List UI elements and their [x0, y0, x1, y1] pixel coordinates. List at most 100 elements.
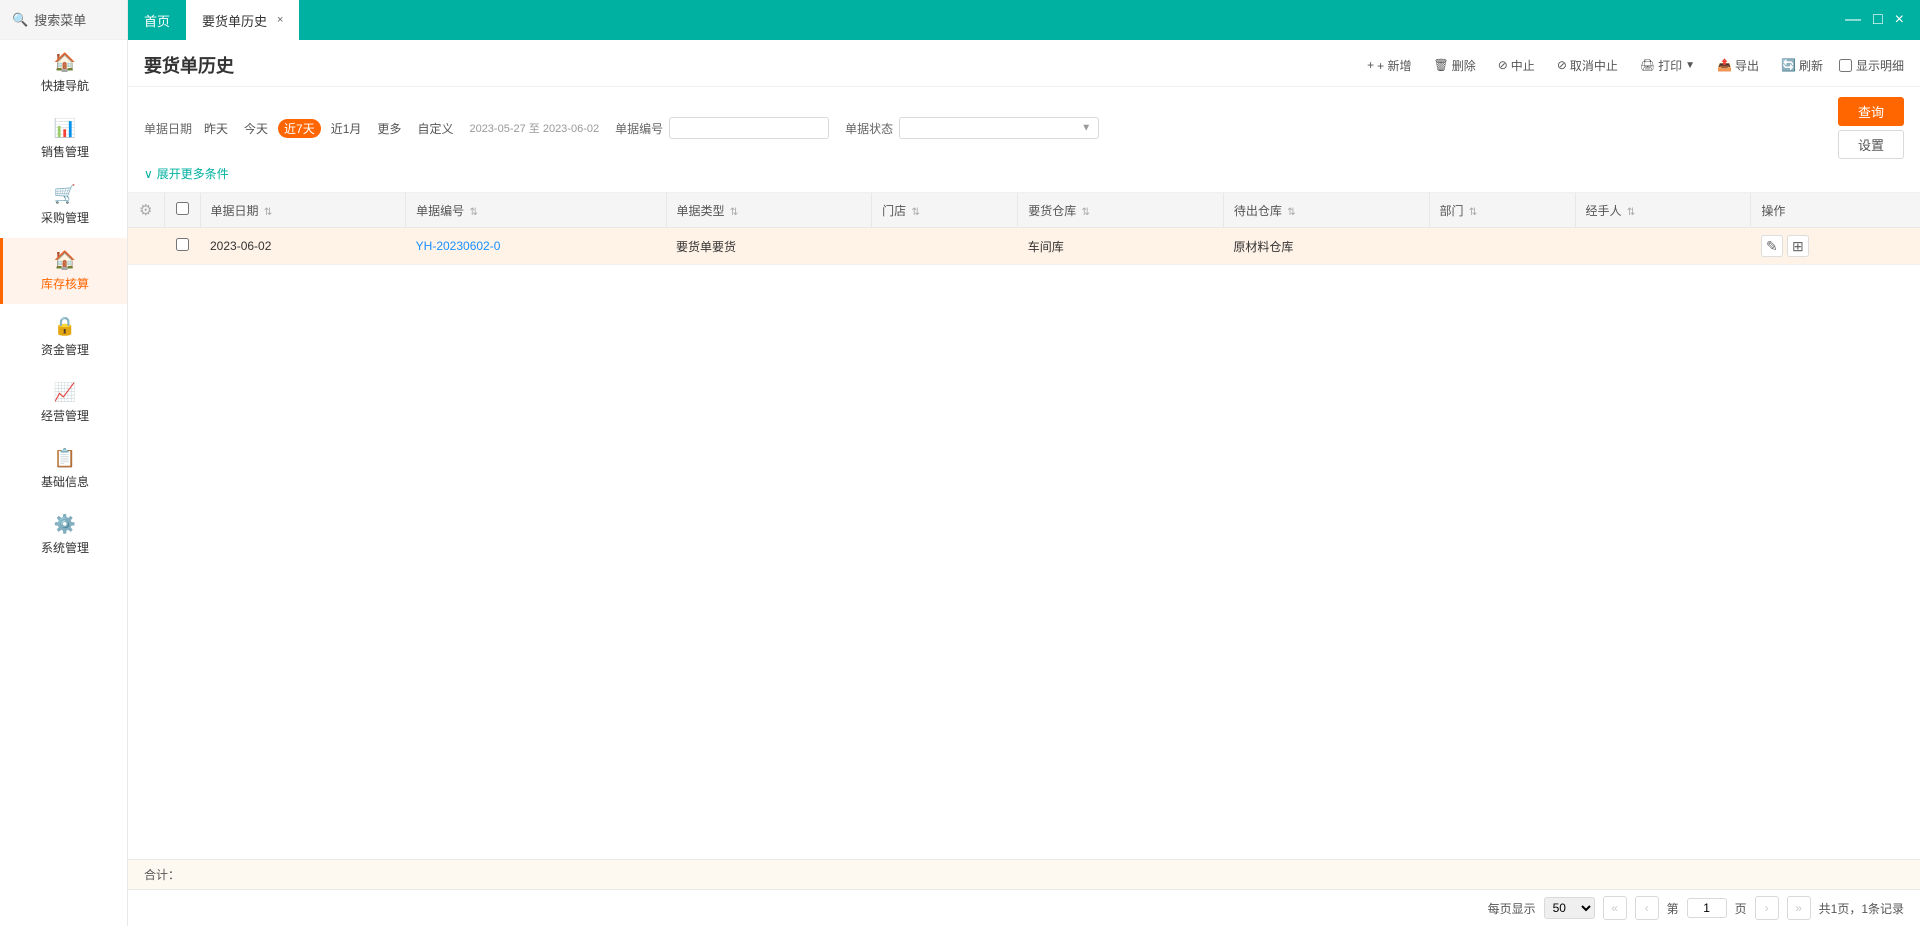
display-detail-toggle[interactable]: 显示明细 — [1839, 57, 1904, 74]
sidebar-item-system[interactable]: ⚙️ 系统管理 — [0, 502, 127, 568]
export-button[interactable]: 📤 导出 — [1711, 53, 1765, 78]
delete-label: 删除 — [1452, 57, 1476, 74]
th-pending-warehouse: 待出仓库 ⇅ — [1223, 193, 1429, 228]
td-type: 要货单要货 — [666, 228, 872, 265]
maximize-icon[interactable]: □ — [1873, 11, 1883, 29]
sidebar-item-label: 采购管理 — [41, 209, 89, 226]
shortcut-1month[interactable]: 近1月 — [325, 119, 368, 138]
next-page-button[interactable]: › — [1755, 896, 1779, 920]
total-info: 共1页，1条记录 — [1819, 900, 1904, 917]
home-icon: 🏠 — [54, 52, 76, 73]
date-label: 单据日期 — [144, 120, 192, 137]
sort-req-warehouse-icon[interactable]: ⇅ — [1082, 207, 1090, 218]
row-edit-button[interactable]: ✎ — [1761, 235, 1783, 257]
last-page-button[interactable]: » — [1787, 896, 1811, 920]
sidebar-item-label: 快捷导航 — [41, 77, 89, 94]
page-label: 第 — [1667, 900, 1679, 917]
sidebar-search-label: 搜索菜单 — [34, 10, 86, 29]
sidebar-item-sales[interactable]: 📊 销售管理 — [0, 106, 127, 172]
doc-number-input[interactable] — [669, 117, 829, 139]
print-button[interactable]: 🖨 打印 ▼ — [1634, 53, 1701, 78]
settings-button[interactable]: 设置 — [1838, 130, 1904, 159]
tab-home-label: 首页 — [144, 11, 170, 30]
sort-number-icon[interactable]: ⇅ — [470, 207, 478, 218]
per-page-select[interactable]: 50 10 20 100 — [1544, 897, 1595, 919]
sidebar-item-operations[interactable]: 📈 经营管理 — [0, 370, 127, 436]
delete-button[interactable]: 🗑 删除 — [1427, 53, 1481, 78]
row-actions: ✎ ⊞ — [1761, 235, 1910, 257]
expand-more[interactable]: ∨ 展开更多条件 — [144, 165, 1904, 182]
column-settings-icon[interactable]: ⚙ — [139, 202, 152, 219]
new-button[interactable]: + + 新增 — [1361, 53, 1417, 78]
expand-label: 展开更多条件 — [157, 165, 229, 182]
row-checkbox[interactable] — [176, 238, 189, 251]
th-type: 单据类型 ⇅ — [666, 193, 872, 228]
refresh-icon: 🔄 — [1781, 58, 1796, 72]
th-number: 单据编号 ⇅ — [406, 193, 666, 228]
sidebar-item-basic-info[interactable]: 📋 基础信息 — [0, 436, 127, 502]
status-label: 单据状态 — [845, 120, 893, 137]
prev-page-button[interactable]: ‹ — [1635, 896, 1659, 920]
suspend-button[interactable]: ⊘ 中止 — [1492, 53, 1541, 78]
row-number-link[interactable]: YH-20230602-0 — [416, 239, 501, 253]
print-icon: 🖨 — [1640, 58, 1655, 72]
th-date-label: 单据日期 — [211, 204, 259, 218]
tab-requisition-history[interactable]: 要货单历史 × — [186, 0, 299, 40]
cancel-suspend-button[interactable]: ⊘ 取消中止 — [1551, 53, 1624, 78]
th-type-label: 单据类型 — [677, 204, 725, 218]
page-number-input[interactable] — [1687, 898, 1727, 918]
close-window-icon[interactable]: × — [1895, 11, 1904, 29]
first-page-button[interactable]: « — [1603, 896, 1627, 920]
page-header: 要货单历史 + + 新增 🗑 删除 ⊘ 中止 ⊘ 取消中止 — [128, 40, 1920, 87]
row-req-warehouse: 车间库 — [1028, 240, 1064, 254]
sort-pending-warehouse-icon[interactable]: ⇅ — [1287, 207, 1295, 218]
print-label: 打印 — [1658, 57, 1682, 74]
shortcut-7days[interactable]: 近7天 — [278, 119, 321, 138]
sort-type-icon[interactable]: ⇅ — [730, 207, 738, 218]
sidebar-item-finance[interactable]: 🔒 资金管理 — [0, 304, 127, 370]
th-actions: 操作 — [1751, 193, 1920, 228]
tab-close-icon[interactable]: × — [277, 14, 283, 26]
sort-date-icon[interactable]: ⇅ — [264, 207, 272, 218]
export-icon: 📤 — [1717, 58, 1732, 72]
sort-department-icon[interactable]: ⇅ — [1469, 207, 1477, 218]
pagination-bar: 每页显示 50 10 20 100 « ‹ 第 页 › » 共1页，1条记录 — [128, 889, 1920, 926]
select-all-checkbox[interactable] — [176, 202, 189, 215]
sidebar-item-quick-nav[interactable]: 🏠 快捷导航 — [0, 40, 127, 106]
shortcut-today[interactable]: 今天 — [238, 119, 274, 138]
table-header-row: ⚙ 单据日期 ⇅ 单据编号 ⇅ — [128, 193, 1920, 228]
table-area: ⚙ 单据日期 ⇅ 单据编号 ⇅ — [128, 193, 1920, 859]
expand-chevron-icon: ∨ — [144, 167, 153, 181]
row-detail-button[interactable]: ⊞ — [1787, 235, 1809, 257]
td-department — [1429, 228, 1575, 265]
sort-handler-icon[interactable]: ⇅ — [1627, 207, 1635, 218]
sidebar-item-inventory[interactable]: 🏠 库存核算 — [0, 238, 127, 304]
th-department: 部门 ⇅ — [1429, 193, 1575, 228]
tab-home[interactable]: 首页 — [128, 0, 186, 40]
sidebar-item-purchase[interactable]: 🛒 采购管理 — [0, 172, 127, 238]
minimize-icon[interactable]: — — [1845, 11, 1861, 29]
sidebar-item-label: 系统管理 — [41, 539, 89, 556]
toolbar: + + 新增 🗑 删除 ⊘ 中止 ⊘ 取消中止 🖨 打印 — [1361, 53, 1904, 78]
th-store: 门店 ⇅ — [872, 193, 1018, 228]
delete-icon: 🗑 — [1433, 58, 1448, 72]
td-store — [872, 228, 1018, 265]
table-row[interactable]: 2023-06-02 YH-20230602-0 要货单要货 车间库 — [128, 228, 1920, 265]
sort-store-icon[interactable]: ⇅ — [912, 207, 920, 218]
query-button[interactable]: 查询 — [1838, 97, 1904, 126]
shortcut-yesterday[interactable]: 昨天 — [198, 119, 234, 138]
sidebar-search[interactable]: 🔍 搜索菜单 — [0, 0, 127, 40]
status-select[interactable] — [899, 117, 1099, 139]
th-handler-label: 经手人 — [1586, 204, 1622, 218]
refresh-button[interactable]: 🔄 刷新 — [1775, 53, 1829, 78]
shortcut-more[interactable]: 更多 — [371, 119, 407, 138]
shortcut-custom[interactable]: 自定义 — [411, 119, 459, 138]
filter-actions: 查询 设置 — [1838, 97, 1904, 159]
display-detail-checkbox[interactable] — [1839, 59, 1852, 72]
gear-icon: ⚙️ — [54, 514, 76, 535]
td-req-warehouse: 车间库 — [1018, 228, 1224, 265]
td-actions: ✎ ⊞ — [1751, 228, 1920, 265]
th-checkbox — [164, 193, 200, 228]
refresh-label: 刷新 — [1799, 57, 1823, 74]
td-date: 2023-06-02 — [200, 228, 406, 265]
